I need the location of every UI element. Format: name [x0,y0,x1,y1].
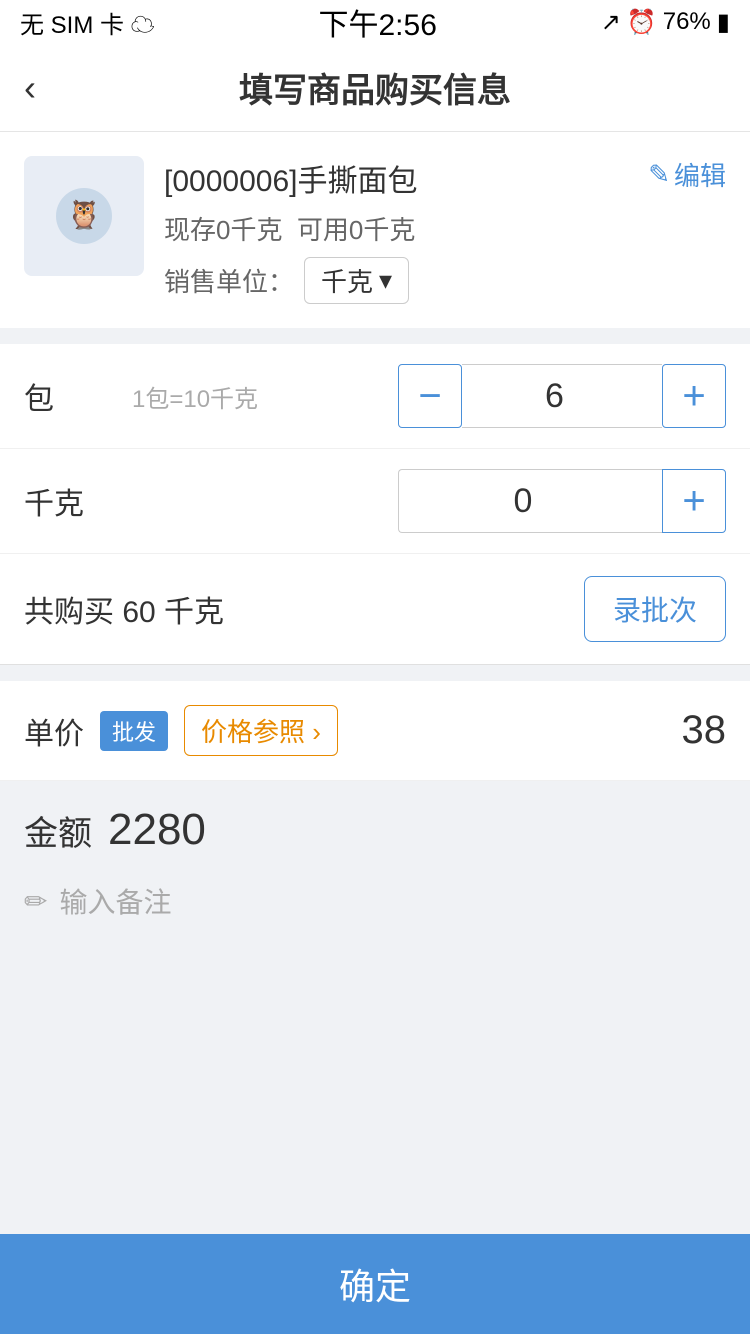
product-logo-icon: 🦉 [54,186,114,246]
price-section: 单价 批发 价格参照 › 38 [0,681,750,781]
confirm-bar[interactable]: 确定 [0,1234,750,1334]
svg-text:🦉: 🦉 [67,199,102,231]
kg-label: 千克 [24,479,124,523]
edit-icon: ✎ [648,159,670,190]
product-stock: 现存0千克 可用0千克 [164,210,726,247]
kg-row: 千克 + [0,449,750,554]
price-type-tag: 批发 [100,711,168,751]
back-button[interactable]: ‹ [24,67,36,109]
chevron-down-icon: ▾ [379,265,392,296]
kg-quantity-input[interactable] [398,469,662,533]
main-content: 🦉 [0000006]手撕面包 现存0千克 可用0千克 销售单位： 千克 ▾ ✎… [0,132,750,1041]
alarm-icon: ⏰ [627,8,657,37]
kg-controls: + [398,469,726,533]
pack-input-section: 包 1包=10千克 − + 千克 + [0,344,750,554]
price-value: 38 [682,708,727,753]
pack-minus-button[interactable]: − [398,364,462,428]
pack-quantity-input[interactable] [462,364,662,428]
battery-icon: ▮ [717,8,730,37]
page-title: 填写商品购买信息 [239,63,511,112]
pack-plus-button[interactable]: + [662,364,726,428]
status-left: 无 SIM 卡 ☁ [20,5,155,40]
unit-select[interactable]: 千克 ▾ [304,257,409,304]
section-divider [0,665,750,681]
pack-hint: 1包=10千克 [132,379,398,414]
location-icon: ↗ [601,8,621,37]
record-batch-button[interactable]: 录批次 [584,576,726,642]
edit-button[interactable]: ✎ 编辑 [648,156,726,193]
total-row: 共购买 60 千克 录批次 [0,554,750,665]
product-section: 🦉 [0000006]手撕面包 现存0千克 可用0千克 销售单位： 千克 ▾ ✎… [0,132,750,328]
battery-label: 76% [663,8,711,36]
product-image: 🦉 [24,156,144,276]
product-info: [0000006]手撕面包 现存0千克 可用0千克 销售单位： 千克 ▾ [164,156,726,304]
pack-label: 包 [24,374,124,418]
amount-label: 金额 [24,806,92,855]
pack-controls: − + [398,364,726,428]
product-name: [0000006]手撕面包 [164,156,726,200]
status-bar: 无 SIM 卡 ☁ 下午2:56 ↗ ⏰ 76% ▮ [0,0,750,44]
amount-row: 金额 2280 [24,805,726,855]
nav-bar: ‹ 填写商品购买信息 [0,44,750,132]
price-label: 单价 [24,709,84,753]
pack-row: 包 1包=10千克 − + [0,344,750,449]
confirm-button-label: 确定 [339,1258,411,1310]
price-reference-button[interactable]: 价格参照 › [184,705,338,756]
sim-label: 无 SIM 卡 ☁ [20,5,155,40]
status-time: 下午2:56 [319,0,437,44]
kg-plus-button[interactable]: + [662,469,726,533]
total-text: 共购买 60 千克 [24,587,224,631]
status-right: ↗ ⏰ 76% ▮ [601,8,730,37]
remark-row[interactable]: ✏ 输入备注 [24,871,726,931]
amount-value: 2280 [108,805,206,855]
amount-section: 金额 2280 ✏ 输入备注 [0,781,750,941]
pencil-icon: ✏ [24,885,47,918]
product-unit: 销售单位： 千克 ▾ [164,257,726,304]
remark-placeholder: 输入备注 [59,881,171,921]
